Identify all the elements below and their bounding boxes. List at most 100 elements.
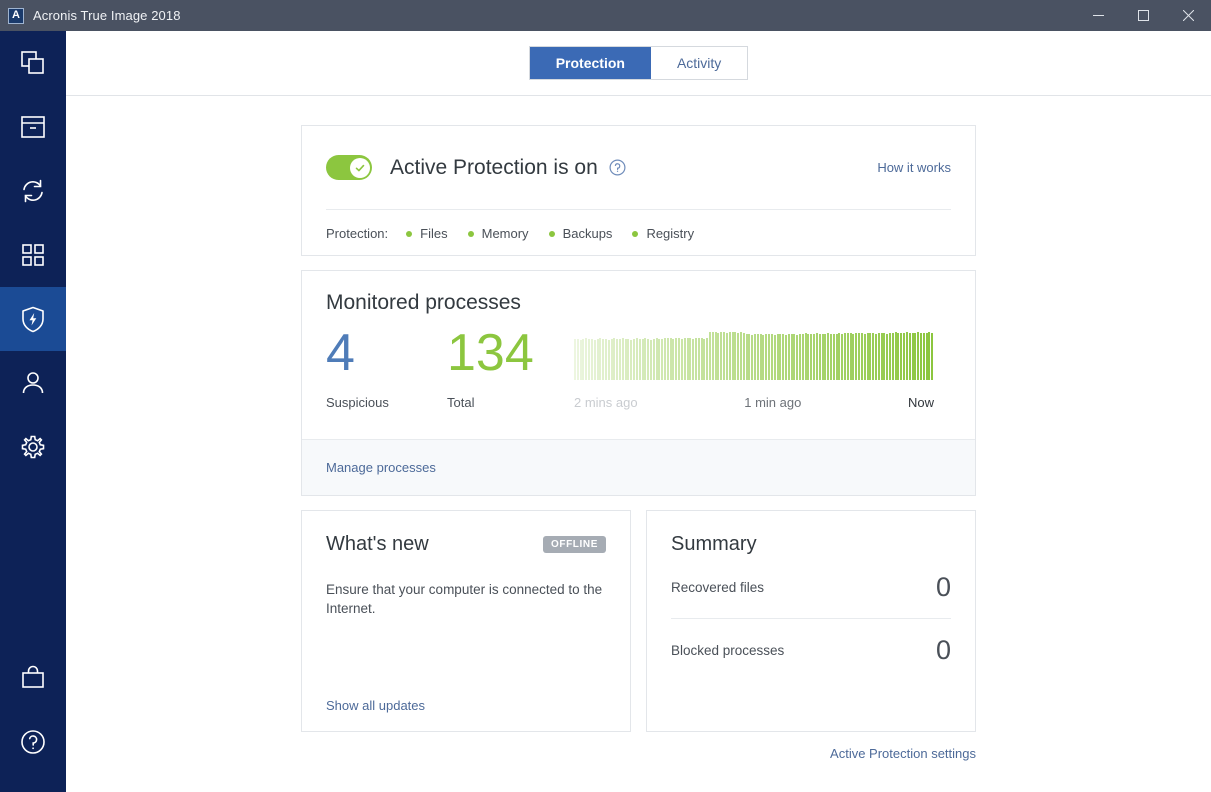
status-dot-icon	[406, 231, 412, 237]
sidebar-item-settings[interactable]	[0, 415, 66, 479]
tab-activity[interactable]: Activity	[651, 47, 747, 79]
chart-bar	[613, 338, 615, 380]
how-it-works-link[interactable]: How it works	[877, 160, 951, 175]
gear-icon	[18, 432, 48, 462]
chart-bar	[872, 333, 874, 380]
maximize-button[interactable]	[1121, 0, 1166, 31]
chart-bar	[712, 332, 714, 380]
chart-bar	[805, 333, 807, 380]
active-protection-header: Active Protection is on How it works	[302, 126, 975, 209]
active-protection-toggle[interactable]	[326, 155, 372, 180]
sidebar-item-shop[interactable]	[0, 646, 66, 710]
window-title: Acronis True Image 2018	[33, 8, 181, 23]
close-button[interactable]	[1166, 0, 1211, 31]
chart-bar	[644, 338, 646, 380]
sidebar-item-protection[interactable]	[0, 287, 66, 351]
sidebar-item-backup[interactable]	[0, 31, 66, 95]
chart-bar	[602, 339, 604, 380]
suspicious-label: Suspicious	[326, 395, 447, 410]
chart-bar	[582, 339, 584, 380]
manage-processes-link[interactable]: Manage processes	[326, 460, 436, 475]
chart-bar	[762, 335, 764, 380]
chart-bar	[785, 335, 787, 380]
chart-bar	[748, 334, 750, 380]
chart-bar	[647, 339, 649, 380]
protection-item-backups: Backups	[549, 226, 613, 241]
chart-bar	[793, 334, 795, 380]
chart-bar	[886, 334, 888, 380]
chart-bar	[585, 338, 587, 380]
chart-bar	[594, 340, 596, 380]
sidebar-item-archive[interactable]	[0, 95, 66, 159]
chart-bar	[844, 333, 846, 380]
chart-bar	[661, 339, 663, 380]
chart-bar	[757, 334, 759, 380]
protection-item-registry: Registry	[632, 226, 694, 241]
grid-squares-icon	[18, 240, 48, 270]
chart-label-end: Now	[908, 395, 934, 410]
question-circle-icon	[18, 727, 48, 757]
total-label: Total	[447, 395, 568, 410]
chart-bar	[597, 339, 599, 380]
chart-bar	[822, 334, 824, 380]
chart-bar	[864, 334, 866, 380]
chart-bar	[779, 334, 781, 380]
chart-bar	[605, 339, 607, 380]
chart-bar	[678, 338, 680, 380]
chart-bar	[881, 333, 883, 380]
chart-bar	[833, 334, 835, 380]
whats-new-card: What's new OFFLINE Ensure that your comp…	[301, 510, 631, 732]
summary-row-label: Blocked processes	[671, 643, 784, 658]
chart-bar	[836, 334, 838, 380]
sidebar-item-sync[interactable]	[0, 159, 66, 223]
person-icon	[18, 368, 48, 398]
protection-item-label: Registry	[646, 226, 694, 241]
sidebar-item-tools[interactable]	[0, 223, 66, 287]
chart-bar	[692, 339, 694, 380]
sidebar	[0, 31, 66, 792]
monitored-processes-footer: Manage processes	[302, 439, 975, 495]
cards-container: Active Protection is on How it works Pro…	[66, 96, 1211, 761]
total-value: 134	[447, 325, 568, 381]
chart-bar	[622, 338, 624, 380]
show-all-updates-link[interactable]: Show all updates	[326, 698, 425, 713]
app-icon: A	[8, 8, 24, 24]
active-protection-settings-link[interactable]: Active Protection settings	[301, 746, 976, 761]
chart-bar	[917, 332, 919, 380]
status-dot-icon	[632, 231, 638, 237]
monitored-processes-title: Monitored processes	[326, 291, 951, 315]
chart-bar	[889, 333, 891, 380]
chart-bar	[931, 333, 933, 380]
chart-bar	[816, 333, 818, 380]
stat-total: 134 Total	[447, 325, 568, 410]
protection-item-label: Memory	[482, 226, 529, 241]
chart-bar	[802, 334, 804, 380]
minimize-button[interactable]	[1076, 0, 1121, 31]
chart-bar	[838, 333, 840, 380]
tab-group: Protection Activity	[529, 46, 749, 80]
chart-bar	[667, 338, 669, 380]
chart-bar	[768, 334, 770, 380]
chart-bar	[653, 339, 655, 380]
chart-bar	[771, 334, 773, 380]
summary-row-value: 0	[936, 635, 951, 666]
question-circle-icon[interactable]	[609, 159, 626, 176]
chart-bar	[827, 333, 829, 380]
chart-label-start: 2 mins ago	[574, 395, 638, 410]
chart-bar	[754, 334, 756, 380]
chart-bar	[689, 338, 691, 380]
chart-bar	[850, 333, 852, 380]
whats-new-title: What's new	[326, 533, 429, 556]
sidebar-item-help[interactable]	[0, 710, 66, 774]
protection-item-memory: Memory	[468, 226, 529, 241]
tab-protection[interactable]: Protection	[530, 47, 651, 79]
status-dot-icon	[549, 231, 555, 237]
whats-new-header: What's new OFFLINE	[326, 533, 606, 556]
chart-bar	[810, 334, 812, 380]
sidebar-item-account[interactable]	[0, 351, 66, 415]
whats-new-body: Ensure that your computer is connected t…	[326, 580, 606, 618]
monitored-processes-stats: 4 Suspicious 134 Total 2 mins ago 1 min …	[326, 325, 951, 410]
chart-bar	[698, 338, 700, 380]
chart-bar	[920, 333, 922, 380]
chart-bar	[703, 339, 705, 380]
